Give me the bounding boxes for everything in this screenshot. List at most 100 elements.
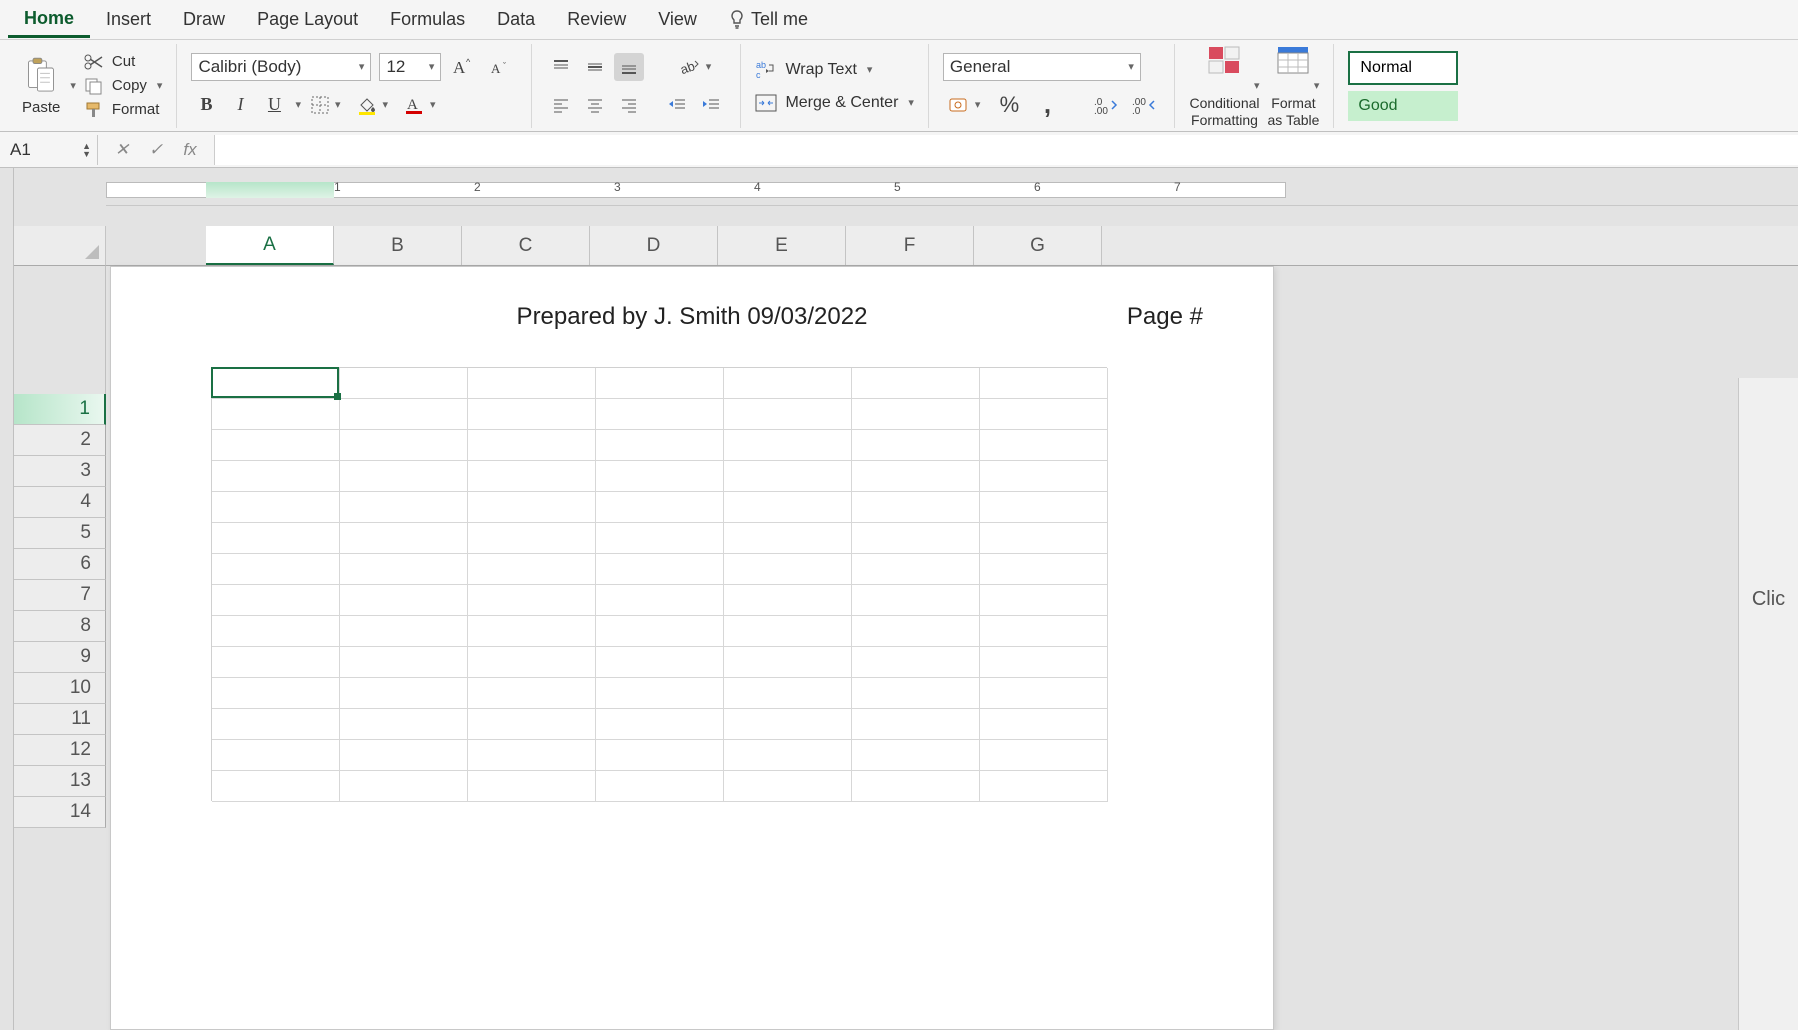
cell-A13[interactable] [212, 740, 340, 771]
wrap-text-button[interactable]: abc Wrap Text ▾ [755, 60, 913, 80]
cell-E12[interactable] [724, 709, 852, 740]
cell-E7[interactable] [724, 554, 852, 585]
paste-button[interactable]: Paste [22, 55, 60, 116]
cell-B6[interactable] [340, 523, 468, 554]
cell-D14[interactable] [596, 771, 724, 802]
cell-B4[interactable] [340, 461, 468, 492]
cell-F2[interactable] [852, 399, 980, 430]
cell-style-normal[interactable]: Normal [1348, 51, 1458, 85]
cell-E1[interactable] [724, 368, 852, 399]
conditional-formatting-button[interactable]: ▾ ConditionalFormatting [1189, 42, 1259, 129]
cell-D9[interactable] [596, 616, 724, 647]
accounting-format-button[interactable]: ▾ [943, 91, 987, 119]
column-header-A[interactable]: A [206, 226, 334, 265]
cell-C9[interactable] [468, 616, 596, 647]
menu-data[interactable]: Data [481, 3, 551, 36]
cell-C14[interactable] [468, 771, 596, 802]
cell-E6[interactable] [724, 523, 852, 554]
underline-button[interactable]: U [259, 91, 289, 119]
align-center-button[interactable] [580, 91, 610, 119]
row-header-1[interactable]: 1 [14, 394, 106, 425]
menu-tellme[interactable]: Tell me [713, 3, 824, 36]
decrease-decimal-button[interactable]: .00.0 [1130, 91, 1160, 119]
cell-style-good[interactable]: Good [1348, 91, 1458, 121]
cell-D1[interactable] [596, 368, 724, 399]
row-header-2[interactable]: 2 [14, 425, 106, 456]
cell-C2[interactable] [468, 399, 596, 430]
cell-D12[interactable] [596, 709, 724, 740]
cell-C10[interactable] [468, 647, 596, 678]
cell-F7[interactable] [852, 554, 980, 585]
cell-D7[interactable] [596, 554, 724, 585]
cell-F3[interactable] [852, 430, 980, 461]
cell-A2[interactable] [212, 399, 340, 430]
task-pane[interactable]: Clic [1738, 378, 1798, 1030]
cell-G14[interactable] [980, 771, 1108, 802]
paste-dropdown[interactable]: ▾ [70, 79, 76, 92]
cell-G4[interactable] [980, 461, 1108, 492]
cell-A4[interactable] [212, 461, 340, 492]
cell-F8[interactable] [852, 585, 980, 616]
cancel-formula-button[interactable]: ✕ [110, 140, 134, 160]
cell-B13[interactable] [340, 740, 468, 771]
cell-C11[interactable] [468, 678, 596, 709]
row-header-14[interactable]: 14 [14, 797, 106, 828]
menu-insert[interactable]: Insert [90, 3, 167, 36]
row-header-13[interactable]: 13 [14, 766, 106, 797]
cell-B2[interactable] [340, 399, 468, 430]
cell-G5[interactable] [980, 492, 1108, 523]
menu-home[interactable]: Home [8, 2, 90, 38]
align-left-button[interactable] [546, 91, 576, 119]
row-header-12[interactable]: 12 [14, 735, 106, 766]
column-header-F[interactable]: F [846, 226, 974, 265]
cell-A8[interactable] [212, 585, 340, 616]
fx-button[interactable]: fx [178, 140, 202, 160]
cell-F12[interactable] [852, 709, 980, 740]
cell-F5[interactable] [852, 492, 980, 523]
cell-A3[interactable] [212, 430, 340, 461]
percent-button[interactable]: % [994, 91, 1024, 119]
cell-A12[interactable] [212, 709, 340, 740]
fill-handle[interactable] [334, 393, 341, 400]
cell-F10[interactable] [852, 647, 980, 678]
row-header-10[interactable]: 10 [14, 673, 106, 704]
cell-A11[interactable] [212, 678, 340, 709]
cell-D6[interactable] [596, 523, 724, 554]
italic-button[interactable]: I [225, 91, 255, 119]
decrease-indent-button[interactable] [662, 91, 692, 119]
row-header-11[interactable]: 11 [14, 704, 106, 735]
cell-A9[interactable] [212, 616, 340, 647]
cell-G9[interactable] [980, 616, 1108, 647]
cell-B8[interactable] [340, 585, 468, 616]
row-header-8[interactable]: 8 [14, 611, 106, 642]
cell-B3[interactable] [340, 430, 468, 461]
underline-dropdown[interactable]: ▾ [295, 98, 301, 111]
cell-D3[interactable] [596, 430, 724, 461]
cell-G3[interactable] [980, 430, 1108, 461]
decrease-font-button[interactable]: Aˇ [487, 53, 517, 81]
comma-button[interactable]: , [1032, 91, 1062, 119]
align-middle-button[interactable] [580, 53, 610, 81]
cell-F1[interactable] [852, 368, 980, 399]
name-box[interactable]: A1 ▲▼ [4, 135, 98, 165]
cell-E14[interactable] [724, 771, 852, 802]
menu-page-layout[interactable]: Page Layout [241, 3, 374, 36]
increase-decimal-button[interactable]: .0.00 [1092, 91, 1122, 119]
cell-G2[interactable] [980, 399, 1108, 430]
cell-E5[interactable] [724, 492, 852, 523]
cell-D11[interactable] [596, 678, 724, 709]
formula-input[interactable] [214, 135, 1798, 165]
cell-B14[interactable] [340, 771, 468, 802]
cell-B11[interactable] [340, 678, 468, 709]
cell-F13[interactable] [852, 740, 980, 771]
cell-E4[interactable] [724, 461, 852, 492]
cut-button[interactable]: Cut [84, 53, 163, 71]
select-all-corner[interactable] [14, 226, 106, 266]
cell-B9[interactable] [340, 616, 468, 647]
column-header-E[interactable]: E [718, 226, 846, 265]
bold-button[interactable]: B [191, 91, 221, 119]
cell-A5[interactable] [212, 492, 340, 523]
orientation-button[interactable]: ab ▾ [662, 53, 726, 81]
cell-C6[interactable] [468, 523, 596, 554]
row-header-4[interactable]: 4 [14, 487, 106, 518]
